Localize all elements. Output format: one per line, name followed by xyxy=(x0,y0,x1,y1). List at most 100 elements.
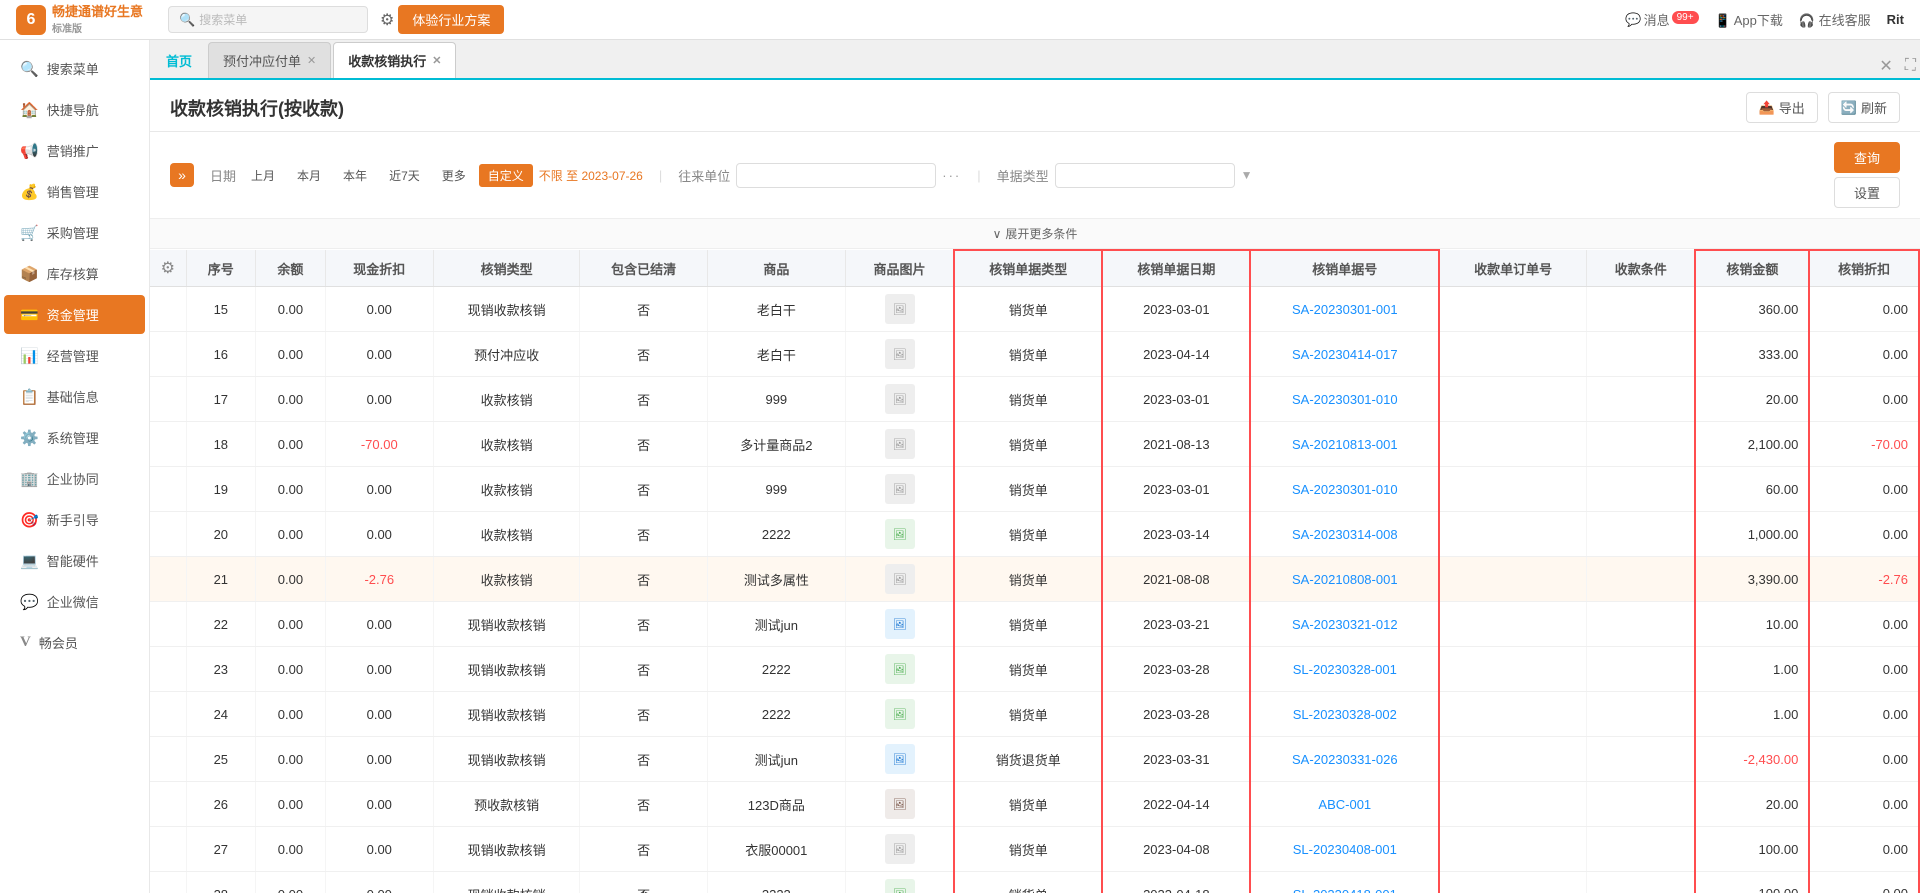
sidebar: 🔍 搜索菜单 🏠 快捷导航 📢 营销推广 💰 销售管理 🛒 采购管理 📦 库存核… xyxy=(0,40,150,893)
voucher-type-input[interactable] xyxy=(1055,163,1235,188)
table-row[interactable]: 22 0.00 0.00 现销收款核销 否 测试jun 🖼 销货单 2023-0… xyxy=(150,602,1919,647)
cell-goods: 2222 xyxy=(707,512,845,557)
messages-link[interactable]: 💬 消息 99+ xyxy=(1625,10,1698,29)
table-row[interactable]: 15 0.00 0.00 现销收款核销 否 老白干 🖼 销货单 2023-03-… xyxy=(150,287,1919,332)
sidebar-item-wechat[interactable]: 💬 企业微信 xyxy=(4,582,145,621)
writeoff-no-link[interactable]: SA-20230301-010 xyxy=(1292,392,1398,407)
table-row[interactable]: 23 0.00 0.00 现销收款核销 否 2222 🖼 销货单 2023-03… xyxy=(150,647,1919,692)
cell-writeoff-no[interactable]: SA-20230321-012 xyxy=(1250,602,1439,647)
sidebar-item-inventory[interactable]: 📦 库存核算 xyxy=(4,254,145,293)
writeoff-no-link[interactable]: SL-20230418-001 xyxy=(1293,887,1397,893)
writeoff-no-link[interactable]: SL-20230328-001 xyxy=(1293,662,1397,677)
writeoff-no-link[interactable]: SA-20230331-026 xyxy=(1292,752,1398,767)
cell-writeoff-date: 2023-04-18 xyxy=(1102,872,1250,893)
tab-prepay[interactable]: 预付冲应付单 ✕ xyxy=(208,42,331,78)
app-download-link[interactable]: 📱 App下载 xyxy=(1715,10,1783,29)
counterparty-input[interactable] xyxy=(736,163,936,188)
writeoff-no-link[interactable]: SA-20230414-017 xyxy=(1292,347,1398,362)
sidebar-item-marketing[interactable]: 📢 营销推广 xyxy=(4,131,145,170)
cell-writeoff-no[interactable]: SL-20230408-001 xyxy=(1250,827,1439,872)
sidebar-item-basic[interactable]: 📋 基础信息 xyxy=(4,377,145,416)
online-support-link[interactable]: 🎧 在线客服 xyxy=(1799,10,1871,29)
table-row[interactable]: 28 0.00 0.00 现销收款核销 否 2222 🖼 销货单 2023-04… xyxy=(150,872,1919,893)
cell-writeoff-no[interactable]: SA-20230301-010 xyxy=(1250,377,1439,422)
writeoff-no-link[interactable]: SA-20210813-001 xyxy=(1292,437,1398,452)
filter-divider-1: | xyxy=(659,168,662,183)
sidebar-item-system[interactable]: ⚙️ 系统管理 xyxy=(4,418,145,457)
date-last-month[interactable]: 上月 xyxy=(242,164,284,187)
search-box[interactable]: 🔍 搜索菜单 xyxy=(168,6,368,33)
table-row[interactable]: 16 0.00 0.00 预付冲应收 否 老白干 🖼 销货单 2023-04-1… xyxy=(150,332,1919,377)
date-this-year[interactable]: 本年 xyxy=(334,164,376,187)
expand-window-icon[interactable]: ⛶ xyxy=(1901,55,1920,77)
cell-writeoff-date: 2023-03-31 xyxy=(1102,737,1250,782)
cell-writeoff-type: 预付冲应收 xyxy=(433,332,580,377)
cell-writeoff-date: 2023-04-14 xyxy=(1102,332,1250,377)
finance-icon: 💳 xyxy=(20,306,39,324)
sidebar-item-sales[interactable]: 💰 销售管理 xyxy=(4,172,145,211)
sidebar-item-finance[interactable]: 💳 资金管理 xyxy=(4,295,145,334)
sidebar-item-vip[interactable]: V 畅会员 xyxy=(4,623,145,662)
sidebar-item-guide[interactable]: 🎯 新手引导 xyxy=(4,500,145,539)
tab-close-prepay[interactable]: ✕ xyxy=(307,54,316,67)
cell-writeoff-no[interactable]: SA-20210808-001 xyxy=(1250,557,1439,602)
user-info[interactable]: Rit xyxy=(1887,12,1904,27)
sidebar-item-purchase[interactable]: 🛒 采购管理 xyxy=(4,213,145,252)
cell-cash-discount: -2.76 xyxy=(325,557,433,602)
tab-home[interactable]: 首页 xyxy=(150,42,208,78)
sidebar-item-enterprise[interactable]: 🏢 企业协同 xyxy=(4,459,145,498)
cell-writeoff-no[interactable]: SA-20230331-026 xyxy=(1250,737,1439,782)
table-row[interactable]: 24 0.00 0.00 现销收款核销 否 2222 🖼 销货单 2023-03… xyxy=(150,692,1919,737)
cell-writeoff-no[interactable]: SA-20230301-010 xyxy=(1250,467,1439,512)
cell-cash-discount: -70.00 xyxy=(325,422,433,467)
refresh-button[interactable]: 🔄 刷新 xyxy=(1828,92,1900,123)
tab-close-collection[interactable]: ✕ xyxy=(432,54,441,67)
writeoff-no-link[interactable]: SA-20210808-001 xyxy=(1292,572,1398,587)
writeoff-no-link[interactable]: SA-20230314-008 xyxy=(1292,527,1398,542)
col-settings[interactable]: ⚙ xyxy=(150,250,186,287)
sidebar-item-hardware[interactable]: 💻 智能硬件 xyxy=(4,541,145,580)
cell-collection-order-no xyxy=(1439,332,1586,377)
sidebar-item-operations[interactable]: 📊 经营管理 xyxy=(4,336,145,375)
query-button[interactable]: 查询 xyxy=(1834,142,1900,173)
writeoff-no-link[interactable]: SL-20230328-002 xyxy=(1293,707,1397,722)
writeoff-no-link[interactable]: SA-20230301-010 xyxy=(1292,482,1398,497)
date-more[interactable]: 更多 xyxy=(433,164,475,187)
cell-writeoff-no[interactable]: SA-20230414-017 xyxy=(1250,332,1439,377)
cell-writeoff-no[interactable]: SL-20230328-002 xyxy=(1250,692,1439,737)
sidebar-item-search[interactable]: 🔍 搜索菜单 xyxy=(4,49,145,88)
export-button[interactable]: 📤 导出 xyxy=(1746,92,1818,123)
close-window-icon[interactable]: ✕ xyxy=(1875,54,1896,78)
cell-writeoff-no[interactable]: ABC-001 xyxy=(1250,782,1439,827)
writeoff-no-link[interactable]: SA-20230321-012 xyxy=(1292,617,1398,632)
table-row[interactable]: 19 0.00 0.00 收款核销 否 999 🖼 销货单 2023-03-01… xyxy=(150,467,1919,512)
sidebar-item-quicknav[interactable]: 🏠 快捷导航 xyxy=(4,90,145,129)
column-settings-button[interactable]: ⚙ xyxy=(161,258,175,278)
cell-writeoff-no[interactable]: SA-20230301-001 xyxy=(1250,287,1439,332)
date-last-7days[interactable]: 近7天 xyxy=(380,164,429,187)
date-this-month[interactable]: 本月 xyxy=(288,164,330,187)
writeoff-no-link[interactable]: SL-20230408-001 xyxy=(1293,842,1397,857)
table-row[interactable]: 25 0.00 0.00 现销收款核销 否 测试jun 🖼 销货退货单 2023… xyxy=(150,737,1919,782)
table-row[interactable]: 21 0.00 -2.76 收款核销 否 测试多属性 🖼 销货单 2021-08… xyxy=(150,557,1919,602)
date-custom[interactable]: 自定义 xyxy=(479,164,533,187)
cell-writeoff-no[interactable]: SA-20210813-001 xyxy=(1250,422,1439,467)
industry-btn[interactable]: 体验行业方案 xyxy=(398,5,504,34)
expand-more-bar[interactable]: ∨ 展开更多条件 xyxy=(150,219,1920,249)
cell-goods: 123D商品 xyxy=(707,782,845,827)
cell-writeoff-no[interactable]: SA-20230314-008 xyxy=(1250,512,1439,557)
table-row[interactable]: 18 0.00 -70.00 收款核销 否 多计量商品2 🖼 销货单 2021-… xyxy=(150,422,1919,467)
table-row[interactable]: 26 0.00 0.00 预收款核销 否 123D商品 🖼 销货单 2022-0… xyxy=(150,782,1919,827)
table-row[interactable]: 17 0.00 0.00 收款核销 否 999 🖼 销货单 2023-03-01… xyxy=(150,377,1919,422)
gear-button[interactable]: ⚙ xyxy=(380,10,394,30)
table-row[interactable]: 27 0.00 0.00 现销收款核销 否 衣服00001 🖼 销货单 2023… xyxy=(150,827,1919,872)
tab-collection[interactable]: 收款核销执行 ✕ xyxy=(333,42,456,78)
filter-toggle-button[interactable]: » xyxy=(170,163,194,187)
cell-writeoff-no[interactable]: SL-20230418-001 xyxy=(1250,872,1439,893)
cell-writeoff-no[interactable]: SL-20230328-001 xyxy=(1250,647,1439,692)
writeoff-no-link[interactable]: SA-20230301-001 xyxy=(1292,302,1398,317)
writeoff-no-link[interactable]: ABC-001 xyxy=(1318,797,1371,812)
filter-bar: » 日期 上月 本月 本年 近7天 更多 自定义 不限 至 2023-07-26 xyxy=(150,132,1920,219)
table-row[interactable]: 20 0.00 0.00 收款核销 否 2222 🖼 销货单 2023-03-1… xyxy=(150,512,1919,557)
setting-button[interactable]: 设置 xyxy=(1834,177,1900,208)
